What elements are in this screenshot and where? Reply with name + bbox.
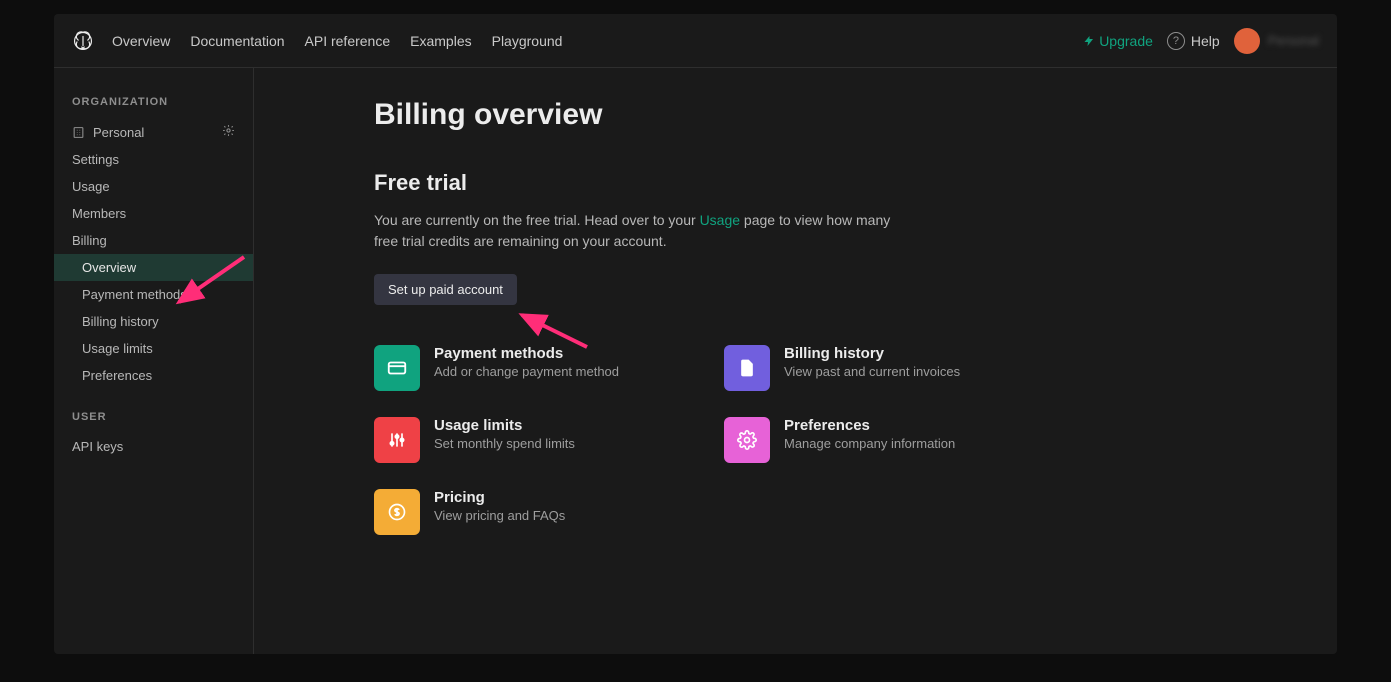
dollar-icon bbox=[374, 489, 420, 535]
card-desc: Set monthly spend limits bbox=[434, 436, 575, 451]
account-name: Personal bbox=[1268, 33, 1319, 48]
card-preferences[interactable]: Preferences Manage company information bbox=[724, 417, 1054, 463]
nav-overview[interactable]: Overview bbox=[112, 33, 170, 49]
trial-description: You are currently on the free trial. Hea… bbox=[374, 210, 914, 252]
usage-link[interactable]: Usage bbox=[700, 212, 740, 228]
nav-api-reference[interactable]: API reference bbox=[305, 33, 391, 49]
credit-card-icon bbox=[374, 345, 420, 391]
nav-playground[interactable]: Playground bbox=[492, 33, 563, 49]
sidebar-sub-preferences[interactable]: Preferences bbox=[54, 362, 253, 389]
card-desc: View past and current invoices bbox=[784, 364, 960, 379]
card-pricing[interactable]: Pricing View pricing and FAQs bbox=[374, 489, 704, 535]
main-content: Billing overview Free trial You are curr… bbox=[254, 68, 1337, 654]
avatar bbox=[1234, 28, 1260, 54]
sidebar-sub-overview[interactable]: Overview bbox=[54, 254, 253, 281]
setup-paid-account-button[interactable]: Set up paid account bbox=[374, 274, 517, 305]
sidebar-user-label: USER bbox=[54, 411, 253, 433]
card-title: Pricing bbox=[434, 489, 565, 506]
help-icon: ? bbox=[1167, 32, 1185, 50]
gear-icon bbox=[724, 417, 770, 463]
sidebar-sub-usage-limits[interactable]: Usage limits bbox=[54, 335, 253, 362]
sidebar-item-settings[interactable]: Settings bbox=[54, 146, 253, 173]
card-title: Payment methods bbox=[434, 345, 619, 362]
account-menu[interactable]: Personal bbox=[1234, 28, 1319, 54]
org-settings-icon[interactable] bbox=[222, 124, 235, 140]
trial-text-pre: You are currently on the free trial. Hea… bbox=[374, 212, 700, 228]
card-billing-history[interactable]: Billing history View past and current in… bbox=[724, 345, 1054, 391]
top-nav: Overview Documentation API reference Exa… bbox=[54, 14, 1337, 68]
card-desc: View pricing and FAQs bbox=[434, 508, 565, 523]
card-payment-methods[interactable]: Payment methods Add or change payment me… bbox=[374, 345, 704, 391]
sidebar: ORGANIZATION Personal Settings Usage Mem… bbox=[54, 68, 254, 654]
sliders-icon bbox=[374, 417, 420, 463]
section-heading: Free trial bbox=[374, 170, 1337, 196]
sidebar-item-members[interactable]: Members bbox=[54, 200, 253, 227]
upgrade-button[interactable]: Upgrade bbox=[1083, 33, 1153, 49]
sidebar-sub-billing-history[interactable]: Billing history bbox=[54, 308, 253, 335]
sidebar-item-usage[interactable]: Usage bbox=[54, 173, 253, 200]
upgrade-label: Upgrade bbox=[1099, 33, 1153, 49]
sidebar-org-label: ORGANIZATION bbox=[54, 96, 253, 118]
help-button[interactable]: ? Help bbox=[1167, 32, 1220, 50]
sidebar-item-api-keys[interactable]: API keys bbox=[54, 433, 253, 460]
card-title: Billing history bbox=[784, 345, 960, 362]
sidebar-item-billing[interactable]: Billing bbox=[54, 227, 253, 254]
openai-logo-icon bbox=[72, 30, 94, 52]
help-label: Help bbox=[1191, 33, 1220, 49]
nav-documentation[interactable]: Documentation bbox=[190, 33, 284, 49]
card-title: Usage limits bbox=[434, 417, 575, 434]
sidebar-sub-payment-methods[interactable]: Payment methods bbox=[54, 281, 253, 308]
sidebar-org-personal[interactable]: Personal bbox=[54, 118, 253, 146]
card-desc: Manage company information bbox=[784, 436, 955, 451]
sidebar-personal-label: Personal bbox=[93, 125, 144, 140]
building-icon bbox=[72, 126, 85, 139]
card-usage-limits[interactable]: Usage limits Set monthly spend limits bbox=[374, 417, 704, 463]
card-title: Preferences bbox=[784, 417, 955, 434]
card-desc: Add or change payment method bbox=[434, 364, 619, 379]
nav-examples[interactable]: Examples bbox=[410, 33, 471, 49]
document-icon bbox=[724, 345, 770, 391]
page-title: Billing overview bbox=[374, 98, 1337, 132]
